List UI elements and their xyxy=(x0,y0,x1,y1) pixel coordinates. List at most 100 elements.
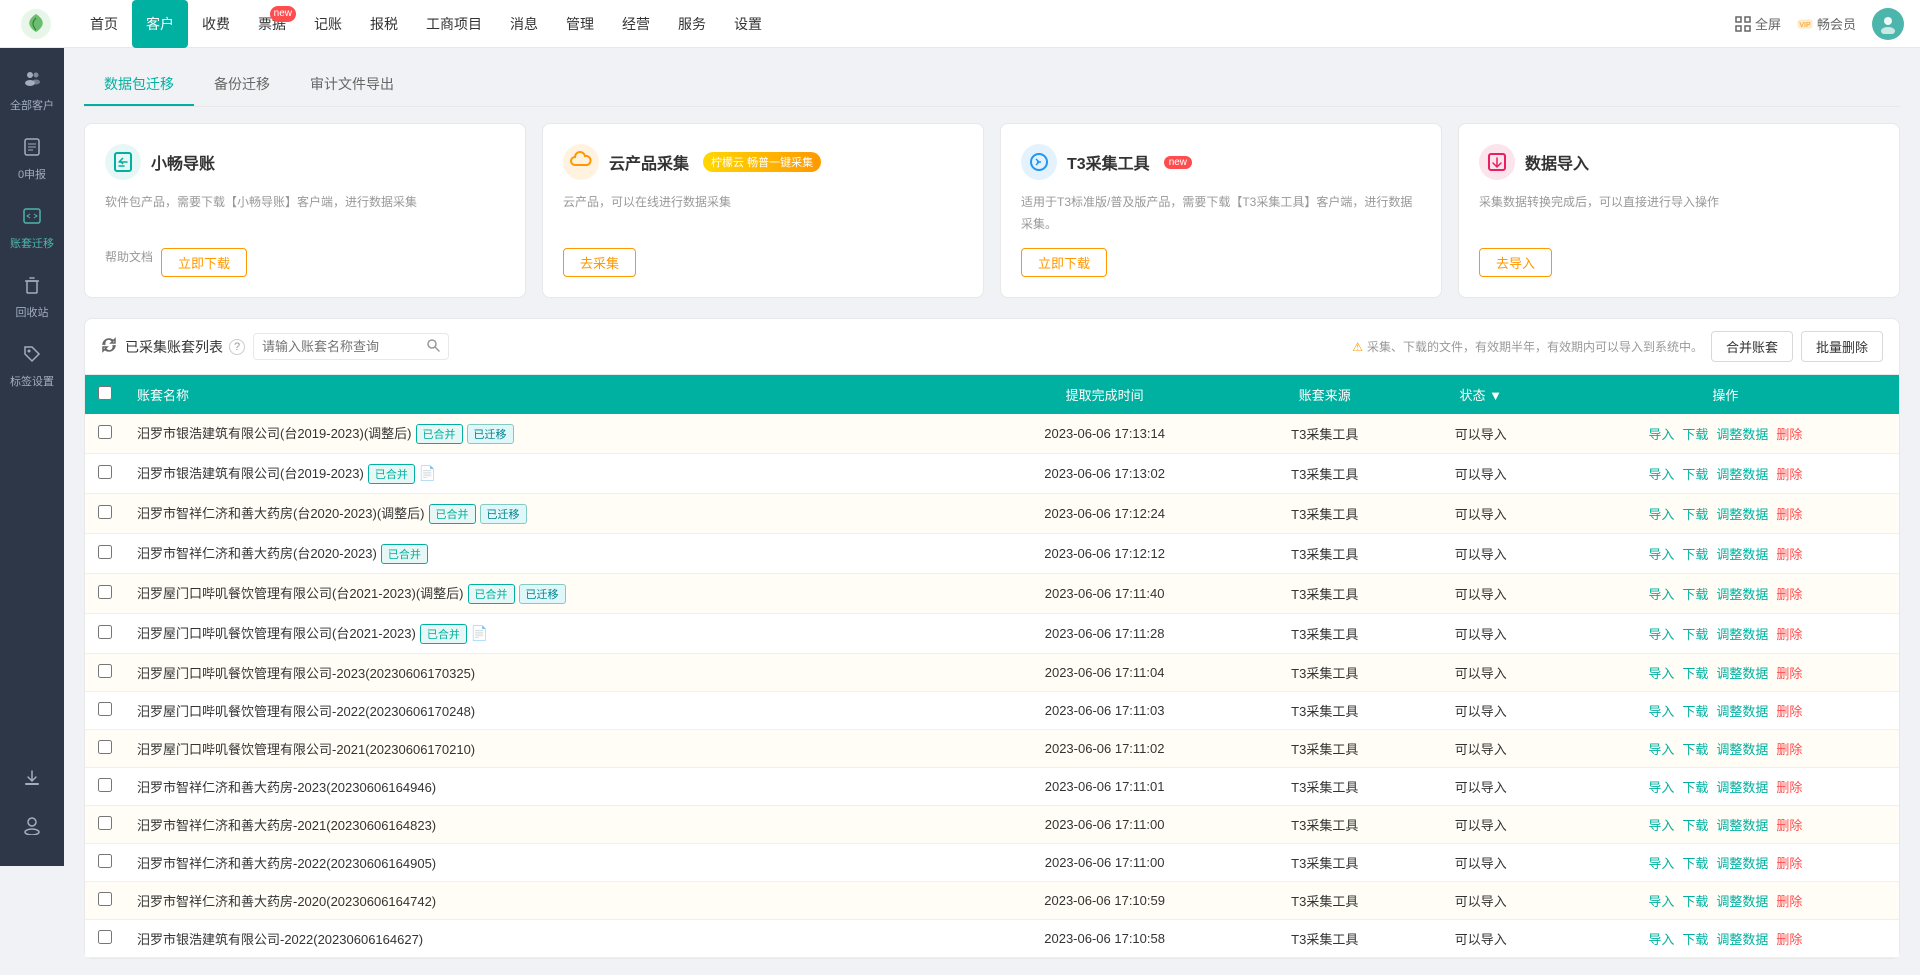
op-调整数据[interactable]: 调整数据 xyxy=(1716,627,1768,642)
search-icon[interactable] xyxy=(426,338,440,355)
refresh-icon[interactable] xyxy=(101,337,117,356)
tab-backup-migration[interactable]: 备份迁移 xyxy=(194,64,290,106)
sidebar-item-download[interactable] xyxy=(22,756,42,803)
op-下载[interactable]: 下载 xyxy=(1682,894,1708,909)
op-导入[interactable]: 导入 xyxy=(1648,818,1674,833)
row-checkbox[interactable] xyxy=(98,816,112,830)
op-删除[interactable]: 删除 xyxy=(1776,666,1802,681)
op-导入[interactable]: 导入 xyxy=(1648,507,1674,522)
nav-item-billing[interactable]: 收费 xyxy=(188,0,244,48)
op-下载[interactable]: 下载 xyxy=(1682,427,1708,442)
op-删除[interactable]: 删除 xyxy=(1776,818,1802,833)
op-删除[interactable]: 删除 xyxy=(1776,856,1802,871)
op-导入[interactable]: 导入 xyxy=(1648,856,1674,871)
row-checkbox[interactable] xyxy=(98,585,112,599)
op-下载[interactable]: 下载 xyxy=(1682,507,1708,522)
nav-item-industry[interactable]: 工商项目 xyxy=(412,0,496,48)
batch-delete-btn[interactable]: 批量删除 xyxy=(1801,331,1883,362)
nav-item-operation[interactable]: 经营 xyxy=(608,0,664,48)
op-导入[interactable]: 导入 xyxy=(1648,666,1674,681)
row-checkbox[interactable] xyxy=(98,702,112,716)
op-导入[interactable]: 导入 xyxy=(1648,627,1674,642)
op-删除[interactable]: 删除 xyxy=(1776,427,1802,442)
op-导入[interactable]: 导入 xyxy=(1648,427,1674,442)
row-checkbox[interactable] xyxy=(98,892,112,906)
op-调整数据[interactable]: 调整数据 xyxy=(1716,427,1768,442)
cloud-collect-btn[interactable]: 去采集 xyxy=(563,248,636,277)
col-status[interactable]: 状态 ▼ xyxy=(1410,375,1552,414)
op-调整数据[interactable]: 调整数据 xyxy=(1716,932,1768,947)
op-调整数据[interactable]: 调整数据 xyxy=(1716,547,1768,562)
nav-item-settings[interactable]: 设置 xyxy=(720,0,776,48)
row-checkbox[interactable] xyxy=(98,740,112,754)
op-删除[interactable]: 删除 xyxy=(1776,587,1802,602)
row-checkbox[interactable] xyxy=(98,505,112,519)
op-调整数据[interactable]: 调整数据 xyxy=(1716,507,1768,522)
op-导入[interactable]: 导入 xyxy=(1648,704,1674,719)
op-下载[interactable]: 下载 xyxy=(1682,547,1708,562)
logo[interactable] xyxy=(16,4,56,44)
fullscreen-btn[interactable]: 全屏 xyxy=(1735,14,1781,33)
op-下载[interactable]: 下载 xyxy=(1682,780,1708,795)
row-checkbox[interactable] xyxy=(98,664,112,678)
tab-data-migration[interactable]: 数据包迁移 xyxy=(84,64,194,106)
nav-item-invoice[interactable]: 票据new xyxy=(244,0,300,48)
op-调整数据[interactable]: 调整数据 xyxy=(1716,666,1768,681)
sidebar-item-all-clients[interactable]: 全部客户 xyxy=(0,56,64,125)
sidebar-item-trash[interactable]: 回收站 xyxy=(0,263,64,332)
nav-item-customer[interactable]: 客户 xyxy=(132,0,188,48)
op-下载[interactable]: 下载 xyxy=(1682,856,1708,871)
avatar[interactable] xyxy=(1872,8,1904,40)
op-下载[interactable]: 下载 xyxy=(1682,932,1708,947)
op-删除[interactable]: 删除 xyxy=(1776,467,1802,482)
import-go-btn[interactable]: 去导入 xyxy=(1479,248,1552,277)
op-下载[interactable]: 下载 xyxy=(1682,666,1708,681)
vip-btn[interactable]: VIP 畅会员 xyxy=(1797,14,1856,33)
op-删除[interactable]: 删除 xyxy=(1776,932,1802,947)
op-导入[interactable]: 导入 xyxy=(1648,547,1674,562)
nav-item-accounting[interactable]: 记账 xyxy=(300,0,356,48)
nav-item-manage[interactable]: 管理 xyxy=(552,0,608,48)
sidebar-item-zero-report[interactable]: 0申报 xyxy=(0,125,64,194)
op-导入[interactable]: 导入 xyxy=(1648,932,1674,947)
list-help-icon[interactable]: ? xyxy=(229,339,245,355)
op-删除[interactable]: 删除 xyxy=(1776,894,1802,909)
sidebar-item-tag-settings[interactable]: 标签设置 xyxy=(0,332,64,401)
nav-item-home[interactable]: 首页 xyxy=(76,0,132,48)
op-下载[interactable]: 下载 xyxy=(1682,467,1708,482)
op-调整数据[interactable]: 调整数据 xyxy=(1716,856,1768,871)
row-checkbox[interactable] xyxy=(98,465,112,479)
op-导入[interactable]: 导入 xyxy=(1648,780,1674,795)
op-删除[interactable]: 删除 xyxy=(1776,742,1802,757)
op-下载[interactable]: 下载 xyxy=(1682,818,1708,833)
sidebar-item-user-profile[interactable] xyxy=(22,803,42,850)
op-导入[interactable]: 导入 xyxy=(1648,894,1674,909)
xiao-chang-help-link[interactable]: 帮助文档 xyxy=(105,248,153,277)
row-checkbox[interactable] xyxy=(98,778,112,792)
op-导入[interactable]: 导入 xyxy=(1648,742,1674,757)
op-调整数据[interactable]: 调整数据 xyxy=(1716,742,1768,757)
op-调整数据[interactable]: 调整数据 xyxy=(1716,587,1768,602)
row-checkbox[interactable] xyxy=(98,625,112,639)
nav-item-tax[interactable]: 报税 xyxy=(356,0,412,48)
nav-item-message[interactable]: 消息 xyxy=(496,0,552,48)
row-checkbox[interactable] xyxy=(98,930,112,944)
op-导入[interactable]: 导入 xyxy=(1648,467,1674,482)
op-删除[interactable]: 删除 xyxy=(1776,547,1802,562)
nav-item-service[interactable]: 服务 xyxy=(664,0,720,48)
op-导入[interactable]: 导入 xyxy=(1648,587,1674,602)
op-下载[interactable]: 下载 xyxy=(1682,587,1708,602)
op-下载[interactable]: 下载 xyxy=(1682,627,1708,642)
op-下载[interactable]: 下载 xyxy=(1682,742,1708,757)
tab-audit-export[interactable]: 审计文件导出 xyxy=(290,64,414,106)
sidebar-item-account-migrate[interactable]: 账套迁移 xyxy=(0,194,64,263)
select-all-checkbox[interactable] xyxy=(98,386,112,400)
op-删除[interactable]: 删除 xyxy=(1776,704,1802,719)
op-调整数据[interactable]: 调整数据 xyxy=(1716,780,1768,795)
op-调整数据[interactable]: 调整数据 xyxy=(1716,818,1768,833)
t3-download-btn[interactable]: 立即下载 xyxy=(1021,248,1107,277)
op-删除[interactable]: 删除 xyxy=(1776,627,1802,642)
op-调整数据[interactable]: 调整数据 xyxy=(1716,704,1768,719)
search-input[interactable] xyxy=(262,339,422,354)
xiao-chang-download-btn[interactable]: 立即下载 xyxy=(161,248,247,277)
